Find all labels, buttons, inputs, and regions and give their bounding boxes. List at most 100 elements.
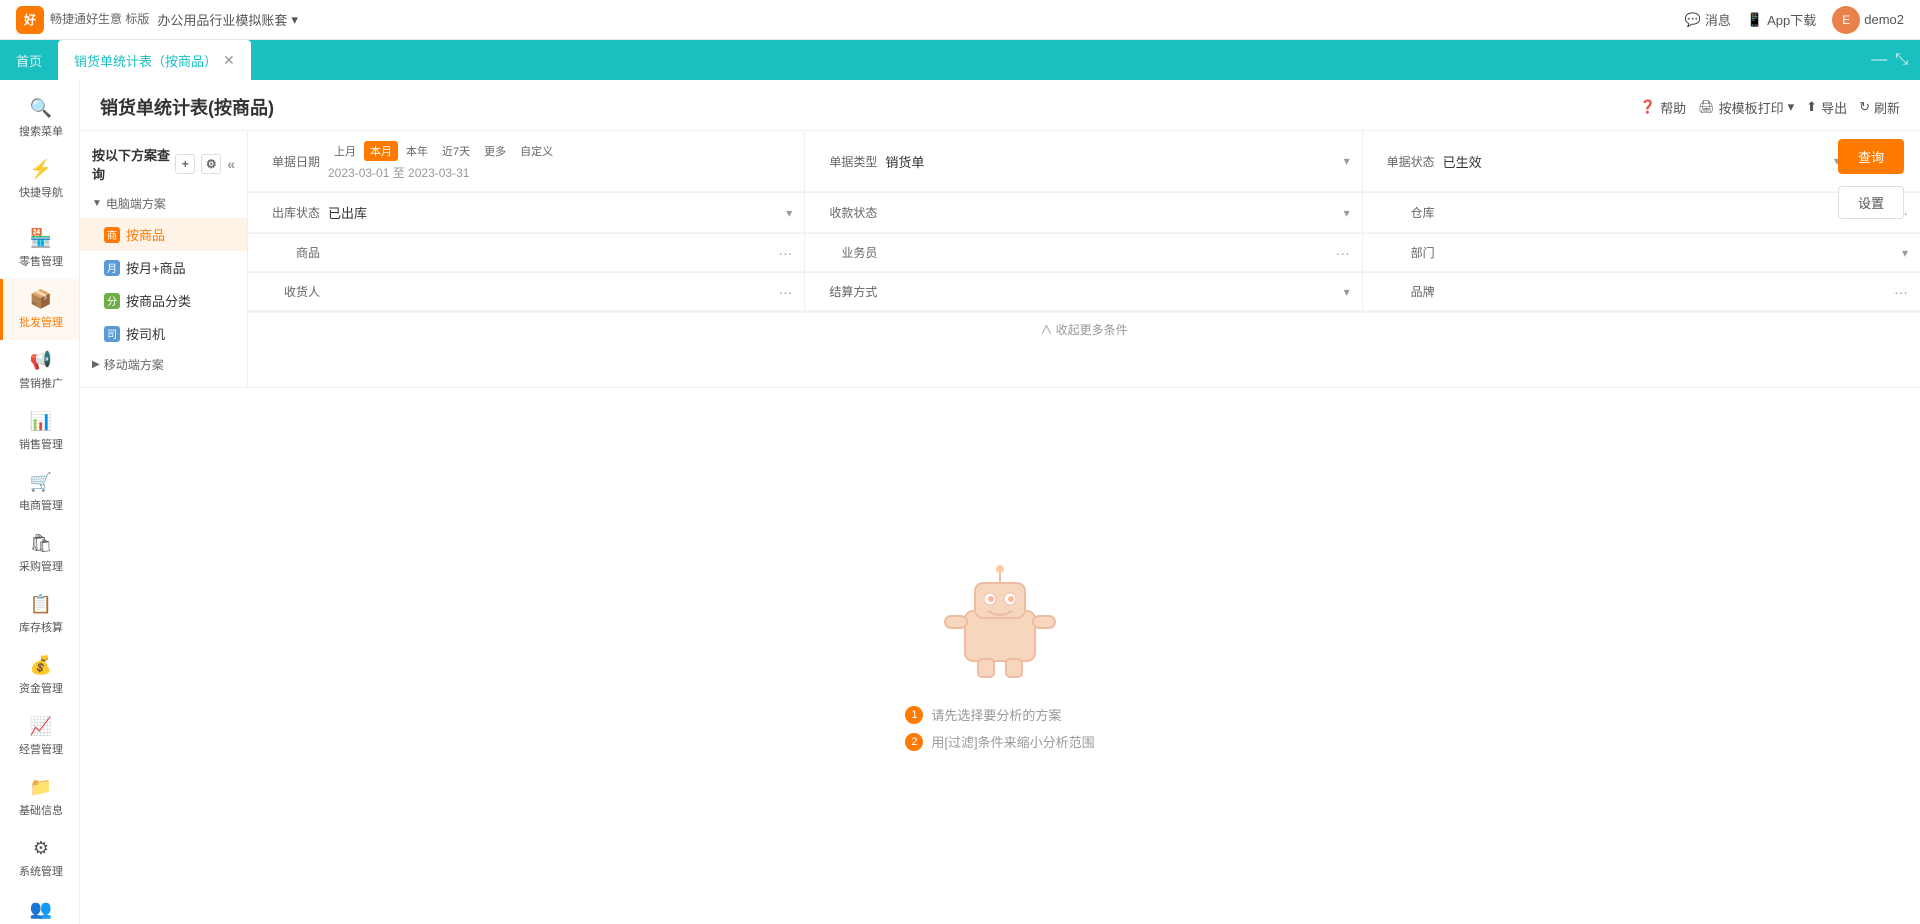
tab-close-icon[interactable]: ✕ [223,53,235,67]
sidebar-item-quicknav[interactable]: ⚡ 快捷导航 [0,149,79,210]
sidebar-item-collab[interactable]: 👥 企业协同 [0,889,79,924]
tab-maximize-btn[interactable]: ⤡ [1895,51,1908,69]
query-btn[interactable]: 查询 [1838,139,1904,174]
sidebar-item-search-label: 搜索菜单 [19,123,63,139]
scheme-settings-btn[interactable]: ⚙ [201,154,221,174]
scheme-group-mobile-label[interactable]: ▶ 移动端方案 [80,350,247,379]
date-tab-this-month[interactable]: 本月 [364,141,398,161]
tab-sales-stat[interactable]: 销货单统计表（按商品） ✕ [58,40,251,80]
export-btn[interactable]: ⬆ 导出 [1806,98,1847,117]
topbar-right: 💬 消息 📱 App下载 E demo2 [1685,6,1904,34]
scheme-item-by-category[interactable]: 分 按商品分类 [80,284,247,317]
filter-doc-type-select[interactable]: 销货单 ▾ [885,152,1349,171]
logo-icon: 好 [16,6,44,34]
empty-steps: 1 请先选择要分析的方案 2 用[过滤]条件来缩小分析范围 [905,705,1094,751]
filter-container: 按以下方案查询 + ⚙ « ▼ 电脑端方案 [80,131,1920,388]
retail-icon: 🏪 [30,228,52,249]
more-salesperson-btn[interactable]: ··· [1336,245,1350,261]
sidebar-item-inventory-label: 库存核算 [19,619,63,635]
scheme-item-by-goods[interactable]: 商 按商品 [80,218,247,251]
empty-state: 1 请先选择要分析的方案 2 用[过滤]条件来缩小分析范围 [80,388,1920,924]
refresh-btn[interactable]: ↻ 刷新 [1859,98,1900,117]
filter-payment-method-select[interactable]: ▾ [885,285,1349,299]
chevron-down-payment-method: ▾ [1344,285,1350,299]
sidebar-item-marketing[interactable]: 📢 营销推广 [0,340,79,401]
sidebar-item-basics[interactable]: 📁 基础信息 [0,767,79,828]
avatar: E [1832,6,1860,34]
help-label: 帮助 [1660,98,1686,117]
filter-receiver-select[interactable]: ··· [328,284,792,300]
filter-payment-status-field: 收款状态 ▾ [805,193,1362,233]
sidebar-item-sales[interactable]: 📊 销售管理 [0,401,79,462]
more-brand-btn[interactable]: ··· [1894,284,1908,300]
page-wrapper: 按以下方案查询 + ⚙ « ▼ 电脑端方案 [80,131,1920,924]
filter-payment-status-select[interactable]: ▾ [885,206,1349,220]
topbar-left: 好 畅捷通好生意 标版 办公用品行业模拟账套 ▾ [16,6,298,34]
step-1-text: 请先选择要分析的方案 [931,705,1061,724]
filter-salesperson-field: 业务员 ··· [805,234,1362,272]
filter-outbound-select[interactable]: 已出库 ▾ [328,203,792,222]
wholesale-icon: 📦 [30,289,52,310]
filter-goods-select[interactable]: ··· [328,245,792,261]
sidebar-item-operations-label: 经营管理 [19,741,63,757]
scheme-panel-title: 按以下方案查询 [92,145,175,183]
sidebar-item-finance[interactable]: 💰 资金管理 [0,645,79,706]
more-goods-btn[interactable]: ··· [778,245,792,261]
filter-doc-status-select[interactable]: 已生效 ▾ [1443,152,1840,171]
user-area[interactable]: E demo2 [1832,6,1904,34]
date-tab-this-year[interactable]: 本年 [400,141,434,161]
scheme-add-btn[interactable]: + [175,154,195,174]
message-btn[interactable]: 💬 消息 [1685,10,1731,29]
filter-date-label: 单据日期 [260,153,320,170]
empty-step-2: 2 用[过滤]条件来缩小分析范围 [905,732,1094,751]
sidebar-item-sales-label: 销售管理 [19,436,63,452]
page-actions: ❓ 帮助 🖨 按模板打印 ▾ ⬆ 导出 ↻ 刷新 [1640,98,1900,117]
filter-brand-select[interactable]: ··· [1443,284,1908,300]
quicknav-icon: ⚡ [30,159,52,180]
filter-outbound-field: 出库状态 已出库 ▾ [248,193,805,233]
date-tab-last-month[interactable]: 上月 [328,141,362,161]
scheme-icon-category: 分 [104,293,120,309]
scheme-icon-month: 月 [104,260,120,276]
scheme-group-pc-label[interactable]: ▼ 电脑端方案 [80,189,247,218]
tab-home[interactable]: 首页 [0,40,58,80]
sidebar-item-purchase[interactable]: 🛍 采购管理 [0,523,79,584]
filter-dept-field: 部门 ▾ [1363,234,1920,272]
date-tabs: 上月 本月 本年 近7天 更多 自定义 [328,141,788,161]
date-tab-custom[interactable]: 自定义 [514,141,559,161]
sidebar-item-operations[interactable]: 📈 经营管理 [0,706,79,767]
setting-btn[interactable]: 设置 [1838,186,1904,219]
app-download-btn[interactable]: 📱 App下载 [1747,10,1816,29]
finance-icon: 💰 [30,655,52,676]
sidebar-item-ecommerce[interactable]: 🛒 电商管理 [0,462,79,523]
template-print-btn[interactable]: 🖨 按模板打印 ▾ [1698,98,1794,117]
date-tab-more[interactable]: 更多 [478,141,512,161]
filter-dept-label: 部门 [1375,244,1435,261]
workspace-label: 办公用品行业模拟账套 [157,10,287,29]
help-btn[interactable]: ❓ 帮助 [1640,98,1686,117]
filter-goods-label: 商品 [260,244,320,261]
scheme-panel-header: 按以下方案查询 + ⚙ « [80,139,247,189]
page-header: 销货单统计表(按商品) ❓ 帮助 🖨 按模板打印 ▾ ⬆ 导出 ↻ 刷新 [80,80,1920,131]
filter-dept-select[interactable]: ▾ [1443,246,1908,260]
sidebar-item-wholesale[interactable]: 📦 批发管理 [0,279,79,340]
collapse-filter-btn[interactable]: ∧ 收起更多条件 [248,312,1920,346]
scheme-item-by-driver[interactable]: 司 按司机 [80,317,247,350]
more-receiver-btn[interactable]: ··· [778,284,792,300]
scheme-panel: 按以下方案查询 + ⚙ « ▼ 电脑端方案 [80,131,248,387]
scheme-item-by-month-goods[interactable]: 月 按月+商品 [80,251,247,284]
print-icon: 🖨 [1698,99,1715,115]
date-tab-7days[interactable]: 近7天 [436,141,476,161]
sidebar-item-inventory[interactable]: 📋 库存核算 [0,584,79,645]
sidebar-item-retail[interactable]: 🏪 零售管理 [0,218,79,279]
scheme-collapse-btn[interactable]: « [227,156,235,172]
sidebar-item-search[interactable]: 🔍 搜索菜单 [0,88,79,149]
workspace-selector[interactable]: 办公用品行业模拟账套 ▾ [157,10,298,29]
tab-minimize-btn[interactable]: — [1871,51,1887,69]
scheme-panel-tools: + ⚙ « [175,154,235,174]
collab-icon: 👥 [30,899,52,920]
sidebar-item-system[interactable]: ⚙ 系统管理 [0,828,79,889]
scheme-item-driver-label: 按司机 [126,324,165,343]
filter-doc-status-value: 已生效 [1443,152,1482,171]
filter-salesperson-select[interactable]: ··· [885,245,1349,261]
